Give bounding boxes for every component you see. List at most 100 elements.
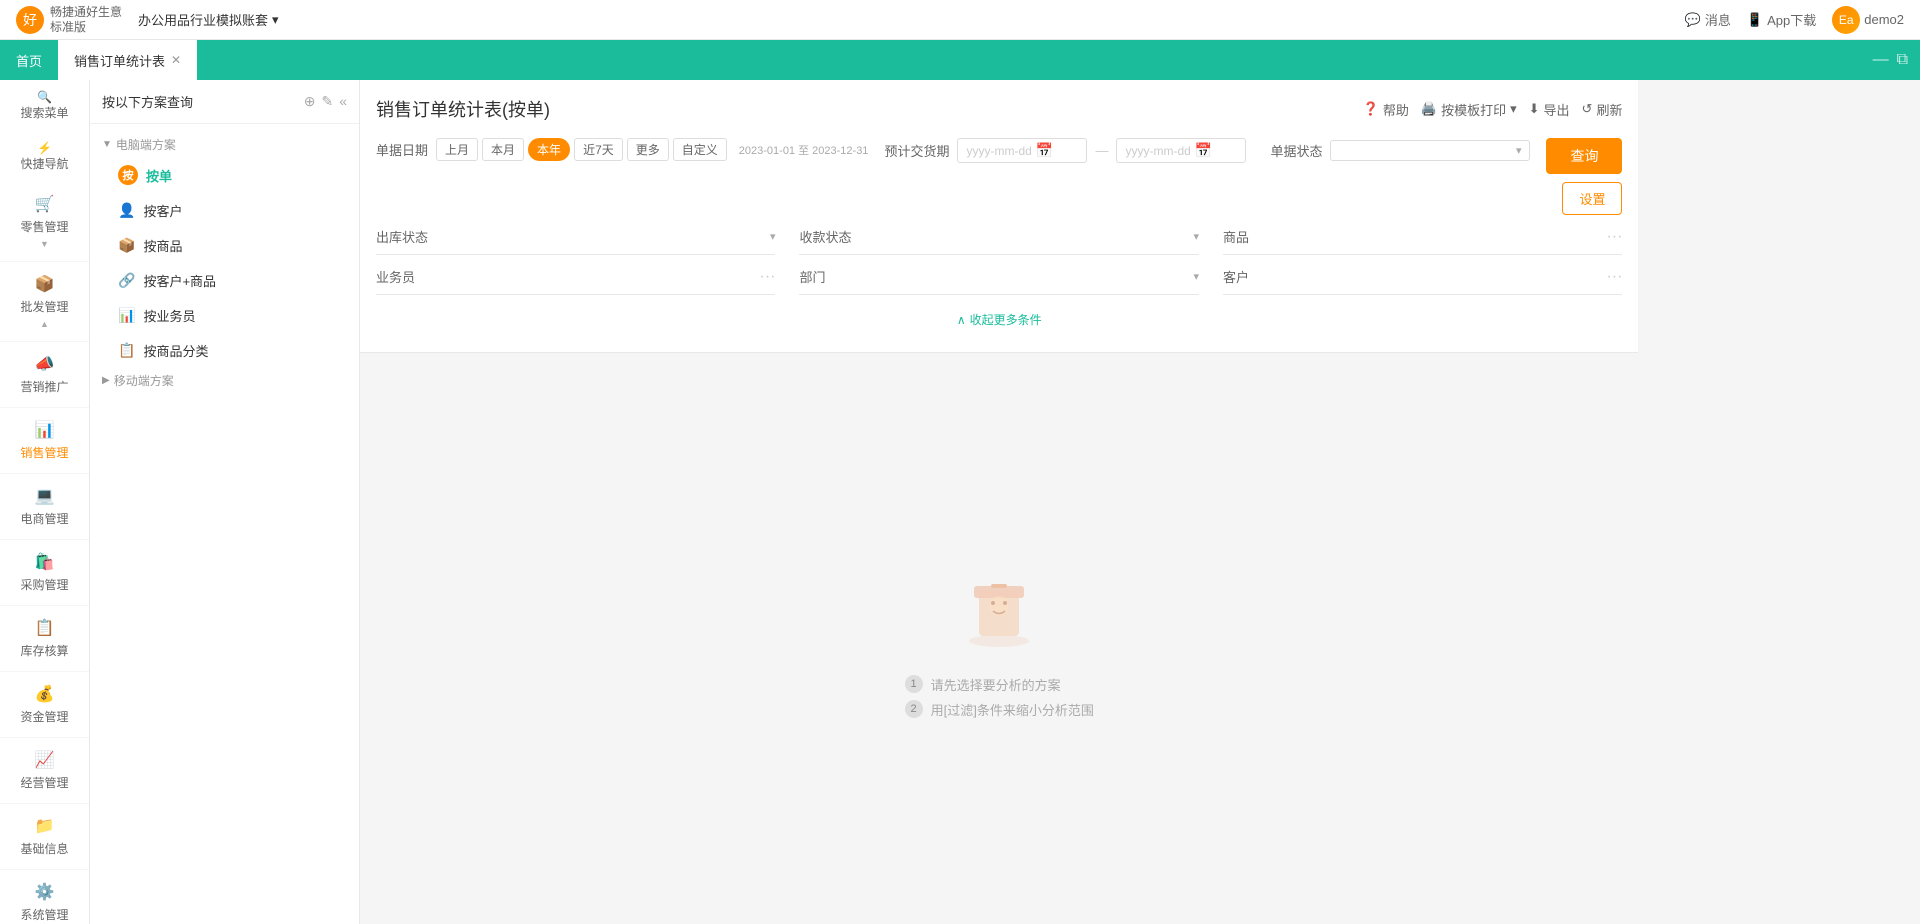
sidebar-item-purchase[interactable]: 🛍️ 采购管理: [0, 540, 89, 606]
main-layout: 🔍 搜索菜单 ⚡ 快捷导航 🛒 零售管理 ▼ 📦 批发管理 ▲ 📣 营销推广 📊…: [0, 80, 1920, 924]
active-scheme-dot: 按: [118, 165, 138, 185]
page-title: 销售订单统计表(按单): [376, 96, 550, 122]
expected-date-start[interactable]: yyyy-mm-dd 📅: [957, 138, 1087, 163]
collapse-bar[interactable]: ∧ 收起更多条件: [376, 303, 1622, 336]
filter-row-2: 出库状态 ▾ 收款状态 ▾ 商品: [376, 227, 1622, 255]
left-panel-header: 按以下方案查询 ⊕ ✎ «: [90, 80, 359, 124]
retail-icon: 🛒: [35, 194, 55, 214]
logo-area: 好 畅捷通好生意 标准版: [16, 5, 122, 34]
app-download-button[interactable]: 📱 App下载: [1747, 10, 1816, 29]
sidebar-item-basic[interactable]: 📁 基础信息: [0, 804, 89, 870]
sidebar-item-sales[interactable]: 📊 销售管理: [0, 408, 89, 474]
hint-item-1: 1 请先选择要分析的方案: [905, 672, 1094, 697]
scheme-item-by-goods[interactable]: 📦 按商品: [90, 228, 359, 263]
date-btn-this-month[interactable]: 本月: [482, 138, 524, 161]
ecommerce-icon: 💻: [35, 486, 55, 506]
department-label: 部门: [799, 267, 825, 286]
page-actions: ❓ 帮助 🖨️ 按模板打印 ▾ ⬇ 导出 ↺: [1363, 100, 1623, 119]
tab-close-icon[interactable]: ✕: [171, 53, 181, 67]
operation-icon: 📈: [35, 750, 55, 770]
scheme-item-by-customer-goods[interactable]: 🔗 按客户+商品: [90, 263, 359, 298]
top-bar-right: 💬 消息 📱 App下载 Ea demo2: [1685, 6, 1904, 34]
add-scheme-button[interactable]: ⊕: [304, 93, 316, 110]
message-button[interactable]: 💬 消息: [1685, 10, 1731, 29]
sidebar-item-inventory[interactable]: 📋 库存核算: [0, 606, 89, 672]
window-maximize-icon[interactable]: ⧉: [1897, 51, 1908, 69]
refresh-icon: ↺: [1582, 101, 1593, 117]
sidebar-item-ecommerce[interactable]: 💻 电商管理: [0, 474, 89, 540]
sidebar-item-finance[interactable]: 💰 资金管理: [0, 672, 89, 738]
customer-scheme-icon: 👤: [118, 202, 135, 219]
user-menu[interactable]: Ea demo2: [1832, 6, 1904, 34]
left-panel-actions: ⊕ ✎ «: [304, 93, 347, 110]
scheme-item-by-goods-category[interactable]: 📋 按商品分类: [90, 333, 359, 368]
out-status-select[interactable]: ▾: [436, 230, 775, 243]
export-button[interactable]: ⬇ 导出: [1529, 100, 1570, 119]
goods-category-scheme-icon: 📋: [118, 342, 135, 359]
salesperson-label: 业务员: [376, 267, 415, 286]
filter-row-3: 业务员 ··· 部门 ▾ 客户 ···: [376, 267, 1622, 295]
basic-icon: 📁: [35, 816, 55, 836]
page-title-bar: 销售订单统计表(按单) ❓ 帮助 🖨️ 按模板打印 ▾ ⬇: [376, 96, 1622, 122]
filter-action-buttons: 查询 设置: [1546, 138, 1622, 215]
empty-illustration: 1 请先选择要分析的方案 2 用[过滤]条件来缩小分析范围: [905, 556, 1094, 722]
tab-sales-order-stats[interactable]: 销售订单统计表 ✕: [58, 40, 197, 80]
scheme-item-by-order[interactable]: 按 按单: [90, 157, 359, 193]
left-panel-title: 按以下方案查询: [102, 92, 193, 111]
date-btn-custom[interactable]: 自定义: [673, 138, 727, 161]
expected-date-end[interactable]: yyyy-mm-dd 📅: [1116, 138, 1246, 163]
salesperson-more-icon[interactable]: ···: [760, 268, 776, 286]
sidebar-item-marketing[interactable]: 📣 营销推广: [0, 342, 89, 408]
sidebar-item-operation[interactable]: 📈 经营管理: [0, 738, 89, 804]
receipt-status-label: 收款状态: [799, 227, 851, 246]
help-button[interactable]: ❓ 帮助: [1363, 100, 1409, 119]
status-chevron-icon: ▾: [1516, 144, 1522, 157]
collapse-panel-button[interactable]: «: [339, 93, 347, 110]
marketing-icon: 📣: [35, 354, 55, 374]
print-button[interactable]: 🖨️ 按模板打印 ▾: [1421, 100, 1517, 119]
window-minimize-icon[interactable]: —: [1873, 51, 1889, 69]
calendar-start-icon: 📅: [1036, 142, 1053, 159]
customer-more-icon[interactable]: ···: [1606, 268, 1622, 286]
goods-more-icon[interactable]: ···: [1606, 228, 1622, 246]
data-area: 1 请先选择要分析的方案 2 用[过滤]条件来缩小分析范围: [360, 353, 1638, 924]
customer-label: 客户: [1223, 267, 1249, 286]
sidebar-item-system[interactable]: ⚙️ 系统管理: [0, 870, 89, 924]
edit-scheme-button[interactable]: ✎: [321, 93, 333, 110]
mobile-category-expand-icon: ▶: [102, 375, 110, 386]
date-btn-last-7-days[interactable]: 近7天: [574, 138, 623, 161]
scheme-item-by-customer[interactable]: 👤 按客户: [90, 193, 359, 228]
mobile-scheme-category[interactable]: ▶ 移动端方案: [90, 368, 359, 393]
date-btn-this-year[interactable]: 本年: [528, 138, 570, 161]
print-icon: 🖨️: [1421, 101, 1437, 117]
wholesale-icon: 📦: [35, 274, 55, 294]
desktop-scheme-category[interactable]: ▼ 电脑端方案: [90, 132, 359, 157]
tab-home[interactable]: 首页: [0, 40, 58, 80]
sidebar-item-wholesale[interactable]: 📦 批发管理 ▲: [0, 262, 89, 342]
sidebar-quick-nav[interactable]: ⚡ 快捷导航: [0, 131, 89, 182]
export-icon: ⬇: [1529, 101, 1540, 117]
customer-goods-scheme-icon: 🔗: [118, 272, 135, 289]
department-select[interactable]: ▾: [834, 270, 1199, 283]
download-icon: 📱: [1747, 12, 1763, 28]
company-selector[interactable]: 办公用品行业模拟账套 ▾: [130, 6, 287, 33]
nav-icon: ⚡: [37, 141, 52, 155]
scheme-item-by-salesperson[interactable]: 📊 按业务员: [90, 298, 359, 333]
top-bar: 好 畅捷通好生意 标准版 办公用品行业模拟账套 ▾ 💬 消息 📱 App下载 E…: [0, 0, 1920, 40]
filter-section: 销售订单统计表(按单) ❓ 帮助 🖨️ 按模板打印 ▾ ⬇: [360, 80, 1638, 353]
purchase-icon: 🛍️: [35, 552, 55, 572]
date-btn-more[interactable]: 更多: [627, 138, 669, 161]
status-select[interactable]: ▾: [1330, 140, 1530, 161]
tab-bar: 首页 销售订单统计表 ✕ — ⧉: [0, 40, 1920, 80]
receipt-status-select[interactable]: ▾: [860, 230, 1199, 243]
query-button[interactable]: 查询: [1546, 138, 1622, 174]
system-icon: ⚙️: [35, 882, 55, 902]
sales-icon: 📊: [35, 420, 55, 440]
status-label: 单据状态: [1270, 141, 1322, 160]
refresh-button[interactable]: ↺ 刷新: [1582, 100, 1623, 119]
goods-label: 商品: [1223, 227, 1249, 246]
settings-button[interactable]: 设置: [1562, 182, 1622, 215]
date-btn-last-month[interactable]: 上月: [436, 138, 478, 161]
sidebar-search[interactable]: 🔍 搜索菜单: [0, 80, 89, 131]
sidebar-item-retail[interactable]: 🛒 零售管理 ▼: [0, 182, 89, 262]
